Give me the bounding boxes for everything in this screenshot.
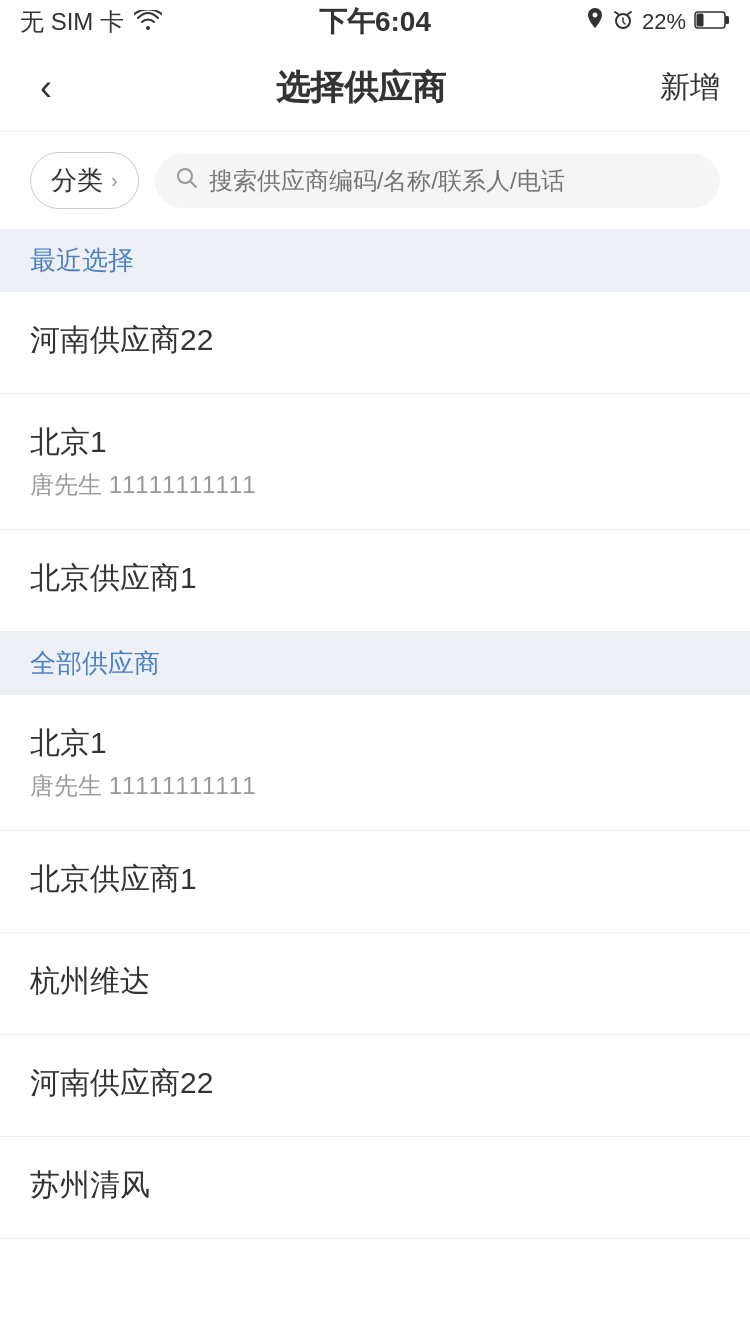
filter-bar: 分类 › [0, 132, 750, 229]
all-section-header: 全部供应商 [0, 632, 750, 695]
status-right: 22% [586, 8, 730, 36]
list-item[interactable]: 北京1 唐先生 11111111111 [0, 394, 750, 530]
category-label: 分类 [51, 163, 103, 198]
item-name: 北京供应商1 [30, 859, 720, 900]
add-button[interactable]: 新增 [660, 67, 720, 108]
battery-label: 22% [642, 9, 686, 35]
chevron-right-icon: › [111, 169, 118, 192]
list-item[interactable]: 北京供应商1 [0, 530, 750, 632]
item-name: 河南供应商22 [30, 1063, 720, 1104]
list-item[interactable]: 苏州清风 [0, 1137, 750, 1239]
recent-section-label: 最近选择 [30, 245, 134, 275]
location-icon [586, 8, 604, 36]
item-contact: 唐先生 11111111111 [30, 469, 720, 501]
item-name: 苏州清风 [30, 1165, 720, 1206]
recent-section-header: 最近选择 [0, 229, 750, 292]
search-box[interactable] [155, 154, 720, 208]
recent-list: 河南供应商22 北京1 唐先生 11111111111 北京供应商1 [0, 292, 750, 632]
list-item[interactable]: 河南供应商22 [0, 1035, 750, 1137]
item-name: 北京供应商1 [30, 558, 720, 599]
category-button[interactable]: 分类 › [30, 152, 139, 209]
search-input[interactable] [209, 167, 700, 195]
alarm-icon [612, 8, 634, 36]
item-name: 河南供应商22 [30, 320, 720, 361]
svg-rect-2 [725, 16, 729, 24]
search-icon [175, 166, 199, 196]
item-name: 北京1 [30, 422, 720, 463]
item-name: 北京1 [30, 723, 720, 764]
all-section-label: 全部供应商 [30, 648, 160, 678]
status-bar: 无 SIM 卡 下午6:04 22% [0, 0, 750, 44]
list-item[interactable]: 河南供应商22 [0, 292, 750, 394]
list-item[interactable]: 北京1 唐先生 11111111111 [0, 695, 750, 831]
list-item[interactable]: 北京供应商1 [0, 831, 750, 933]
page-title: 选择供应商 [276, 65, 446, 111]
carrier-label: 无 SIM 卡 [20, 6, 124, 38]
status-time: 下午6:04 [319, 3, 431, 41]
nav-bar: ‹ 选择供应商 新增 [0, 44, 750, 132]
wifi-icon [134, 8, 162, 36]
svg-rect-3 [697, 14, 704, 27]
back-button[interactable]: ‹ [30, 57, 62, 119]
item-name: 杭州维达 [30, 961, 720, 1002]
list-item[interactable]: 杭州维达 [0, 933, 750, 1035]
status-left: 无 SIM 卡 [20, 6, 162, 38]
all-list: 北京1 唐先生 11111111111 北京供应商1 杭州维达河南供应商22 苏州清风 [0, 695, 750, 1239]
item-contact: 唐先生 11111111111 [30, 770, 720, 802]
battery-icon [694, 9, 730, 35]
